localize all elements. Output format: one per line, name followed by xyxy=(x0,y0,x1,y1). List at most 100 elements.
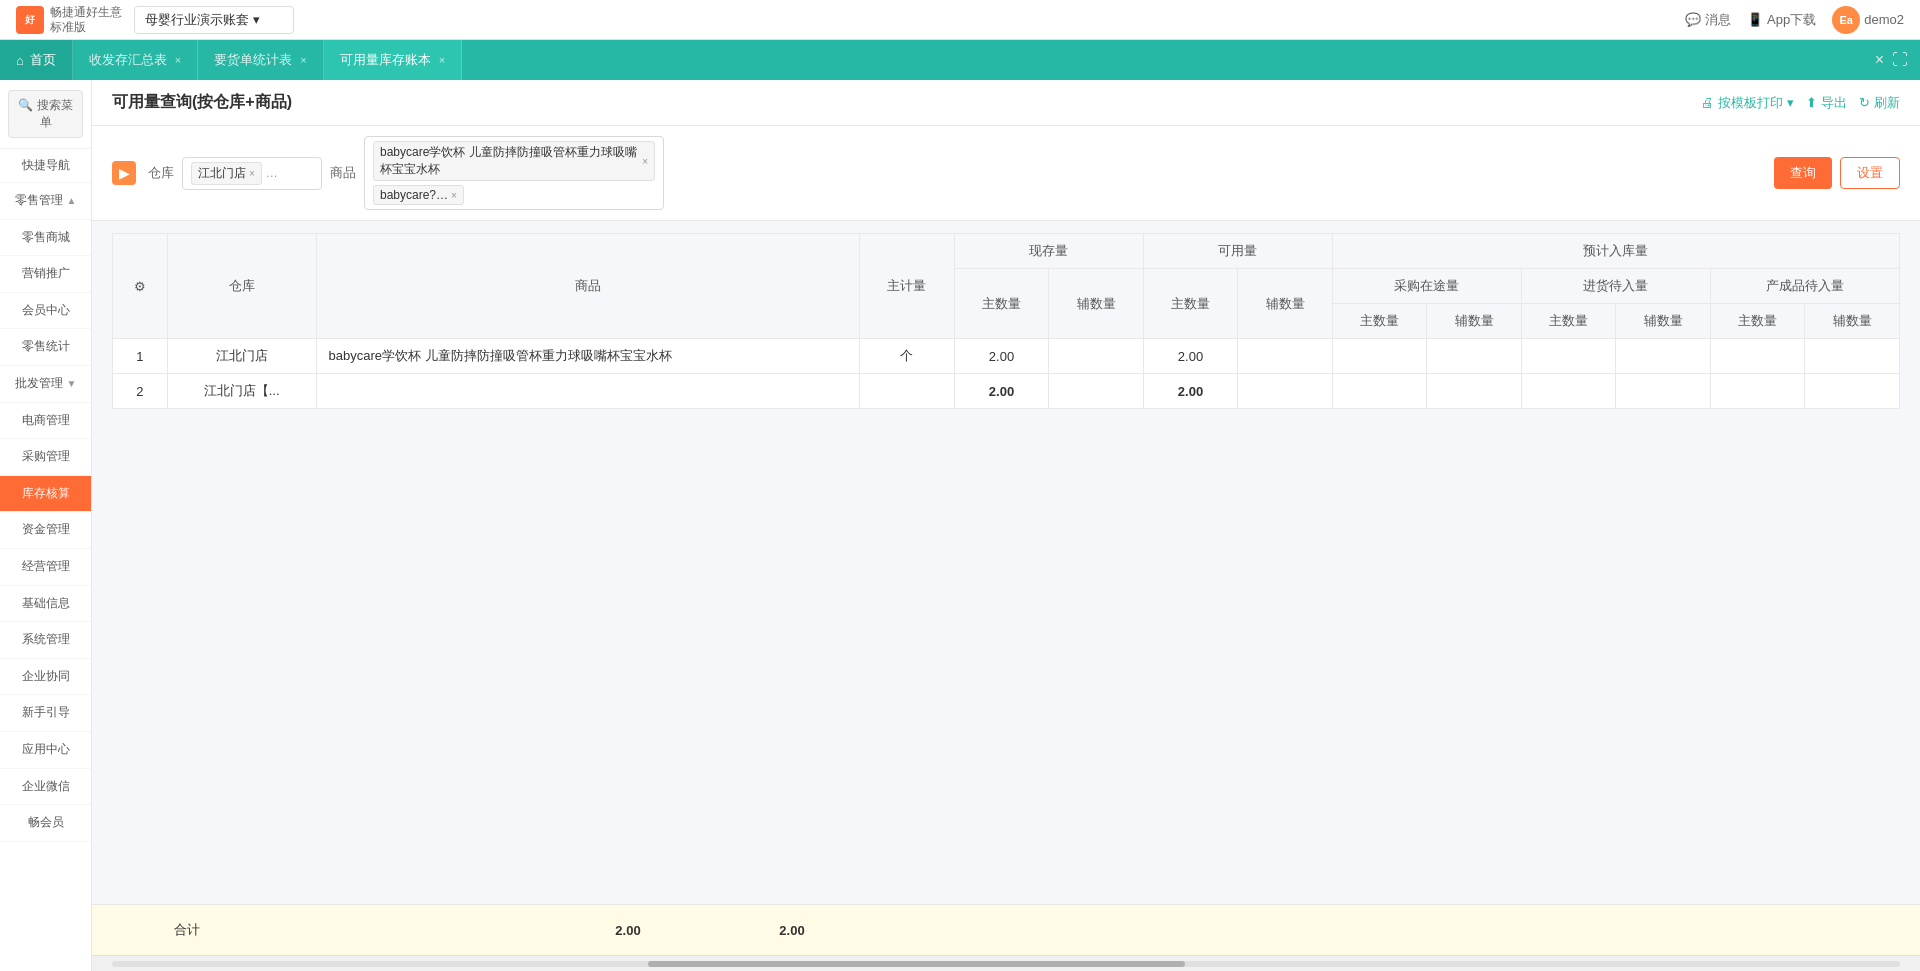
message-button[interactable]: 💬 消息 xyxy=(1685,11,1731,29)
product-tag-2: babycare?… × xyxy=(373,185,464,205)
row1-stock-main: 2.00 xyxy=(954,339,1049,374)
tab-order-stats[interactable]: 要货单统计表 × xyxy=(198,40,323,80)
warehouse-input[interactable]: 江北门店 × … xyxy=(182,157,322,190)
scroll-bar-thumb[interactable] xyxy=(648,961,1184,967)
remove-warehouse-tag[interactable]: × xyxy=(249,168,255,179)
row2-purchase-main xyxy=(1332,374,1427,409)
th-purchase-group: 采购在途量 xyxy=(1332,269,1521,304)
remove-product-tag-1[interactable]: × xyxy=(642,156,648,167)
th-settings: ⚙ xyxy=(113,234,168,339)
filter-group: 仓库 江北门店 × … 商品 babycare学饮杯 儿童防摔防撞吸管杯重力球吸… xyxy=(148,136,1762,210)
row2-stock-aux xyxy=(1049,374,1144,409)
filter-toggle-button[interactable]: ▶ xyxy=(112,161,136,185)
sidebar-item-new-guide[interactable]: 新手引导 xyxy=(0,695,91,732)
sidebar-item-purchase-mgmt[interactable]: 采购管理 xyxy=(0,439,91,476)
tab-spacer xyxy=(462,40,1862,80)
tab-home[interactable]: ⌂ 首页 xyxy=(0,40,73,80)
tab-controls: × ⛶ xyxy=(1863,40,1920,80)
th-planned-group: 预计入库量 xyxy=(1332,234,1899,269)
close-tab-order[interactable]: × xyxy=(300,54,306,66)
sidebar-item-finance-mgmt[interactable]: 资金管理 xyxy=(0,512,91,549)
remove-product-tag-2[interactable]: × xyxy=(451,190,457,201)
footer-stock-aux xyxy=(670,915,750,945)
row1-incoming-main xyxy=(1521,339,1616,374)
row1-index: 1 xyxy=(113,339,168,374)
row2-purchase-aux xyxy=(1427,374,1522,409)
product-label: 商品 xyxy=(330,164,356,182)
row2-unit xyxy=(860,374,955,409)
scroll-bar-area xyxy=(92,955,1920,971)
search-menu-button[interactable]: 🔍 搜索菜单 xyxy=(8,90,83,138)
sidebar-item-retail-mall[interactable]: 零售商城 xyxy=(0,220,91,257)
sidebar-item-inventory-check[interactable]: 库存核算 xyxy=(0,476,91,513)
th-stock-main: 主数量 xyxy=(954,269,1049,339)
scroll-bar-track[interactable] xyxy=(112,961,1900,967)
refresh-button[interactable]: ↻ 刷新 xyxy=(1859,94,1900,112)
tab-receipt-summary[interactable]: 收发存汇总表 × xyxy=(73,40,198,80)
user-avatar[interactable]: Ea demo2 xyxy=(1832,6,1904,34)
th-product-main: 主数量 xyxy=(1710,304,1805,339)
close-tab-receipt[interactable]: × xyxy=(175,54,181,66)
th-product: 商品 xyxy=(316,234,860,339)
top-bar-right: 💬 消息 📱 App下载 Ea demo2 xyxy=(1685,6,1904,34)
warehouse-label: 仓库 xyxy=(148,164,174,182)
chevron-icon-2: ▼ xyxy=(67,378,77,389)
table-footer: 合计 2.00 2.00 xyxy=(92,904,1920,955)
warehouse-tag: 江北门店 × xyxy=(191,162,262,185)
sidebar-item-wholesale-mgmt[interactable]: 批发管理 ▼ xyxy=(0,366,91,403)
sidebar-item-basic-info[interactable]: 基础信息 xyxy=(0,586,91,623)
sidebar-item-members[interactable]: 会员中心 xyxy=(0,293,91,330)
close-tab-inventory[interactable]: × xyxy=(439,54,445,66)
top-bar-left: 好 畅捷通好生意 标准版 母婴行业演示账套 ▾ xyxy=(16,5,294,34)
sidebar-item-vip-member[interactable]: 畅会员 xyxy=(0,805,91,842)
sidebar-item-ecommerce[interactable]: 电商管理 xyxy=(0,403,91,440)
warehouse-more[interactable]: … xyxy=(266,166,278,180)
row1-product-main xyxy=(1710,339,1805,374)
row2-stock-main: 2.00 xyxy=(954,374,1049,409)
sidebar-item-operations-mgmt[interactable]: 经营管理 xyxy=(0,549,91,586)
row1-product: babycare学饮杯 儿童防摔防撞吸管杯重力球吸嘴杯宝宝水杯 xyxy=(316,339,860,374)
industry-selector[interactable]: 母婴行业演示账套 ▾ xyxy=(134,6,294,34)
sidebar-item-retail-mgmt[interactable]: 零售管理 ▲ xyxy=(0,183,91,220)
th-incoming-group: 进货待入量 xyxy=(1521,269,1710,304)
sidebar-quick-nav[interactable]: 快捷导航 xyxy=(0,149,91,183)
row1-purchase-aux xyxy=(1427,339,1522,374)
export-icon: ⬆ xyxy=(1806,95,1817,110)
sidebar-item-marketing[interactable]: 营销推广 xyxy=(0,256,91,293)
avatar: Ea xyxy=(1832,6,1860,34)
sidebar-item-app-center[interactable]: 应用中心 xyxy=(0,732,91,769)
chevron-down-icon: ▾ xyxy=(253,12,260,27)
close-all-tabs-button[interactable]: × xyxy=(1875,51,1884,69)
th-stock-aux: 辅数量 xyxy=(1049,269,1144,339)
query-button[interactable]: 查询 xyxy=(1774,157,1832,189)
top-bar: 好 畅捷通好生意 标准版 母婴行业演示账套 ▾ 💬 消息 📱 App下载 Ea … xyxy=(0,0,1920,40)
settings-button[interactable]: 设置 xyxy=(1840,157,1900,189)
sidebar-item-system-mgmt[interactable]: 系统管理 xyxy=(0,622,91,659)
refresh-icon: ↻ xyxy=(1859,95,1870,110)
sidebar-search-section: 🔍 搜索菜单 xyxy=(0,80,91,149)
th-available-aux: 辅数量 xyxy=(1238,269,1333,339)
home-icon: ⌂ xyxy=(16,53,24,68)
logo-area: 好 畅捷通好生意 标准版 xyxy=(16,5,122,34)
app-download-button[interactable]: 📱 App下载 xyxy=(1747,11,1816,29)
sidebar-item-enterprise-wechat[interactable]: 企业微信 xyxy=(0,769,91,806)
row2-incoming-main xyxy=(1521,374,1616,409)
th-purchase-aux: 辅数量 xyxy=(1427,304,1522,339)
tab-available-inventory[interactable]: 可用量库存账本 × xyxy=(324,40,462,80)
footer-available-aux xyxy=(834,915,914,945)
product-input[interactable]: babycare学饮杯 儿童防摔防撞吸管杯重力球吸嘴杯宝宝水杯 × babyca… xyxy=(364,136,664,210)
sidebar-item-enterprise-coop[interactable]: 企业协同 xyxy=(0,659,91,696)
footer-rest xyxy=(916,915,1898,945)
row1-purchase-main xyxy=(1332,339,1427,374)
content-area: 可用量查询(按仓库+商品) 🖨 按模板打印 ▾ ⬆ 导出 ↻ 刷新 ▶ xyxy=(92,80,1920,971)
sidebar-item-retail-stats[interactable]: 零售统计 xyxy=(0,329,91,366)
print-button[interactable]: 🖨 按模板打印 ▾ xyxy=(1701,94,1794,112)
export-button[interactable]: ⬆ 导出 xyxy=(1806,94,1847,112)
th-stock-group: 现存量 xyxy=(954,234,1143,269)
maximize-button[interactable]: ⛶ xyxy=(1892,51,1908,69)
product-tag-1: babycare学饮杯 儿童防摔防撞吸管杯重力球吸嘴杯宝宝水杯 × xyxy=(373,141,655,181)
page-actions: 🖨 按模板打印 ▾ ⬆ 导出 ↻ 刷新 xyxy=(1701,94,1900,112)
nav-tabs: ⌂ 首页 收发存汇总表 × 要货单统计表 × 可用量库存账本 × × ⛶ xyxy=(0,40,1920,80)
gear-icon[interactable]: ⚙ xyxy=(134,279,146,294)
th-product-group: 产成品待入量 xyxy=(1710,269,1899,304)
